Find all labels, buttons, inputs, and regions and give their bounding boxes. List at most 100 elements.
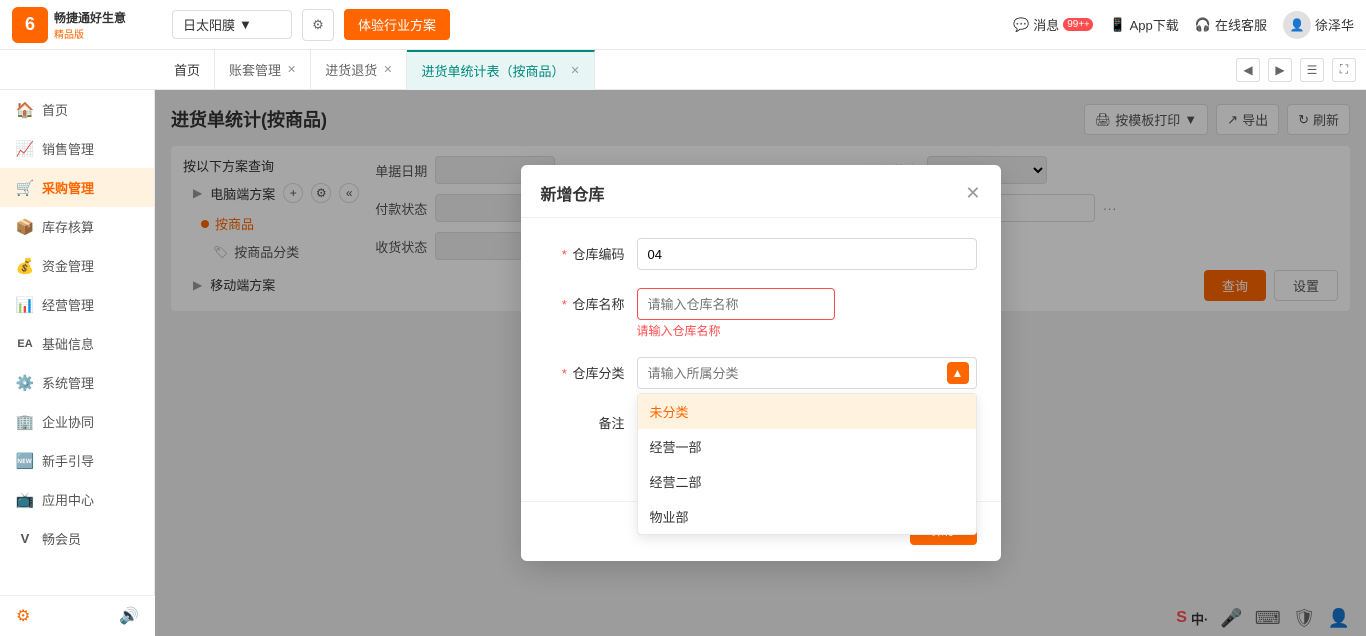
dropdown-item-unclassified[interactable]: 未分类 <box>638 394 976 429</box>
sidebar-item-enterprise[interactable]: 🏢 企业协同 <box>0 402 154 441</box>
settings-bottom-icon[interactable]: ⚙ <box>16 606 30 626</box>
sidebar-item-home[interactable]: 🏠 首页 <box>0 90 154 129</box>
dialog-title: 新增仓库 <box>541 181 605 205</box>
trial-button[interactable]: 体验行业方案 <box>344 9 450 40</box>
top-header: 6 畅捷通好生意 精品版 日太阳膜 ▼ ⚙ 体验行业方案 💬 消息 99++ 📱… <box>0 0 1366 50</box>
sidebar-item-finance[interactable]: 💰 资金管理 <box>0 246 154 285</box>
dropdown-item-dept3[interactable]: 物业部 <box>638 499 976 534</box>
chevron-down-icon: ▼ <box>239 17 252 32</box>
sidebar-member-label: 畅会员 <box>42 529 81 548</box>
messages-label: 消息 <box>1033 15 1059 34</box>
new-warehouse-dialog: 新增仓库 ✕ * 仓库编码 * <box>521 165 1001 561</box>
code-label: * 仓库编码 <box>545 238 625 263</box>
app-download-item[interactable]: 📱 App下载 <box>1109 15 1178 34</box>
content-area: 进货单统计(按商品) 🖨 按模板打印 ▼ ↗ 导出 ↻ 刷新 <box>155 90 1366 636</box>
sidebar-bottom: ⚙ 🔊 <box>0 595 155 636</box>
name-field-row: * 仓库名称 请输入仓库名称 <box>545 288 977 339</box>
category-dropdown-toggle[interactable]: ▲ <box>947 362 969 384</box>
sidebar-app-center-label: 应用中心 <box>42 490 94 509</box>
dropdown-item-dept1[interactable]: 经营一部 <box>638 429 976 464</box>
category-field-row: * 仓库分类 ▲ 未分类 经营一部 经营二 <box>545 357 977 389</box>
modal-overlay[interactable]: 新增仓库 ✕ * 仓库编码 * <box>155 90 1366 636</box>
name-label: * 仓库名称 <box>545 288 625 313</box>
store-selector[interactable]: 日太阳膜 ▼ <box>172 10 292 39</box>
purchase-icon: 🛒 <box>16 179 34 197</box>
sidebar-guide-label: 新手引导 <box>42 451 94 470</box>
main-layout: 🏠 首页 📈 销售管理 🛒 采购管理 📦 库存核算 💰 资金管理 📊 经营管理 … <box>0 90 1366 636</box>
sidebar-item-sales[interactable]: 📈 销售管理 <box>0 129 154 168</box>
tab-bar: 首页 账套管理 ✕ 进货退货 ✕ 进货单统计表（按商品） ✕ ◀ ▶ ☰ ⛶ <box>0 50 1366 90</box>
gear-icon: ⚙ <box>312 17 324 33</box>
sidebar-home-label: 首页 <box>42 100 68 119</box>
purchase-return-tab-close-icon[interactable]: ✕ <box>383 63 392 76</box>
sidebar-basic-info-label: 基础信息 <box>42 334 94 353</box>
logo-text-block: 畅捷通好生意 精品版 <box>54 9 126 41</box>
sidebar-item-system[interactable]: ⚙️ 系统管理 <box>0 363 154 402</box>
headset-icon: 🎧 <box>1195 17 1211 33</box>
chevron-up-icon: ▲ <box>952 366 964 380</box>
audio-icon[interactable]: 🔊 <box>119 606 139 626</box>
dialog-header: 新增仓库 ✕ <box>521 165 1001 218</box>
header-right: 💬 消息 99++ 📱 App下载 🎧 在线客服 👤 徐泽华 <box>1013 11 1354 39</box>
code-input[interactable] <box>637 238 977 270</box>
category-dropdown-wrap: ▲ 未分类 经营一部 经营二部 物业部 <box>637 357 977 389</box>
sidebar-enterprise-label: 企业协同 <box>42 412 94 431</box>
online-service-label: 在线客服 <box>1215 15 1267 34</box>
messages-item[interactable]: 💬 消息 99++ <box>1013 15 1093 34</box>
home-icon: 🏠 <box>16 101 34 119</box>
sidebar-item-guide[interactable]: 🆕 新手引导 <box>0 441 154 480</box>
sidebar-item-operations[interactable]: 📊 经营管理 <box>0 285 154 324</box>
accounts-tab-label: 账套管理 <box>229 60 281 79</box>
member-icon: V <box>16 530 34 548</box>
logo-area: 6 畅捷通好生意 精品版 <box>12 7 162 43</box>
enterprise-icon: 🏢 <box>16 413 34 431</box>
home-tab-label: 首页 <box>174 60 200 79</box>
operations-icon: 📊 <box>16 296 34 314</box>
phone-icon: 📱 <box>1109 17 1125 33</box>
app-center-icon: 📺 <box>16 491 34 509</box>
tab-expand-button[interactable]: ⛶ <box>1332 58 1356 82</box>
purchase-stats-tab-close-icon[interactable]: ✕ <box>571 64 580 77</box>
basic-info-icon: EA <box>16 335 34 353</box>
tab-prev-button[interactable]: ◀ <box>1236 58 1260 82</box>
dialog-close-button[interactable]: ✕ <box>965 184 980 202</box>
purchase-return-tab-label: 进货退货 <box>325 60 377 79</box>
user-name: 徐泽华 <box>1315 15 1354 34</box>
app-logo: 6 <box>12 7 48 43</box>
user-item[interactable]: 👤 徐泽华 <box>1283 11 1354 39</box>
sidebar-item-basic-info[interactable]: EA 基础信息 <box>0 324 154 363</box>
tab-accounts[interactable]: 账套管理 ✕ <box>215 50 311 90</box>
purchase-stats-tab-label: 进货单统计表（按商品） <box>421 61 564 80</box>
category-input[interactable] <box>637 357 977 389</box>
tab-bar-controls: ◀ ▶ ☰ ⛶ <box>1236 58 1366 82</box>
online-service-item[interactable]: 🎧 在线客服 <box>1195 15 1267 34</box>
tab-menu-button[interactable]: ☰ <box>1300 58 1324 82</box>
dialog-body: * 仓库编码 * 仓库名称 请输入仓库名称 <box>521 218 1001 501</box>
sidebar-purchase-label: 采购管理 <box>42 178 94 197</box>
logo-text: 畅捷通好生意 <box>54 9 126 26</box>
tab-next-button[interactable]: ▶ <box>1268 58 1292 82</box>
sidebar-item-inventory[interactable]: 📦 库存核算 <box>0 207 154 246</box>
tab-purchase-stats[interactable]: 进货单统计表（按商品） ✕ <box>407 50 594 90</box>
name-error-text: 请输入仓库名称 <box>637 322 977 339</box>
store-name: 日太阳膜 <box>183 15 235 34</box>
dropdown-item-dept2[interactable]: 经营二部 <box>638 464 976 499</box>
avatar: 👤 <box>1283 11 1311 39</box>
accounts-tab-close-icon[interactable]: ✕ <box>287 63 296 76</box>
message-icon: 💬 <box>1013 17 1029 33</box>
messages-badge: 99++ <box>1063 18 1093 31</box>
sidebar-item-purchase[interactable]: 🛒 采购管理 <box>0 168 154 207</box>
tab-purchase-return[interactable]: 进货退货 ✕ <box>311 50 407 90</box>
name-input[interactable] <box>637 288 835 320</box>
finance-icon: 💰 <box>16 257 34 275</box>
category-dropdown-menu: 未分类 经营一部 经营二部 物业部 <box>637 393 977 535</box>
sidebar-item-app-center[interactable]: 📺 应用中心 <box>0 480 154 519</box>
inventory-icon: 📦 <box>16 218 34 236</box>
tab-home[interactable]: 首页 <box>160 50 215 90</box>
sales-icon: 📈 <box>16 140 34 158</box>
app-download-label: App下载 <box>1130 15 1179 34</box>
note-label: 备注 <box>545 407 625 432</box>
sidebar-item-member[interactable]: V 畅会员 <box>0 519 154 558</box>
category-label: * 仓库分类 <box>545 357 625 382</box>
settings-button[interactable]: ⚙ <box>302 9 334 41</box>
